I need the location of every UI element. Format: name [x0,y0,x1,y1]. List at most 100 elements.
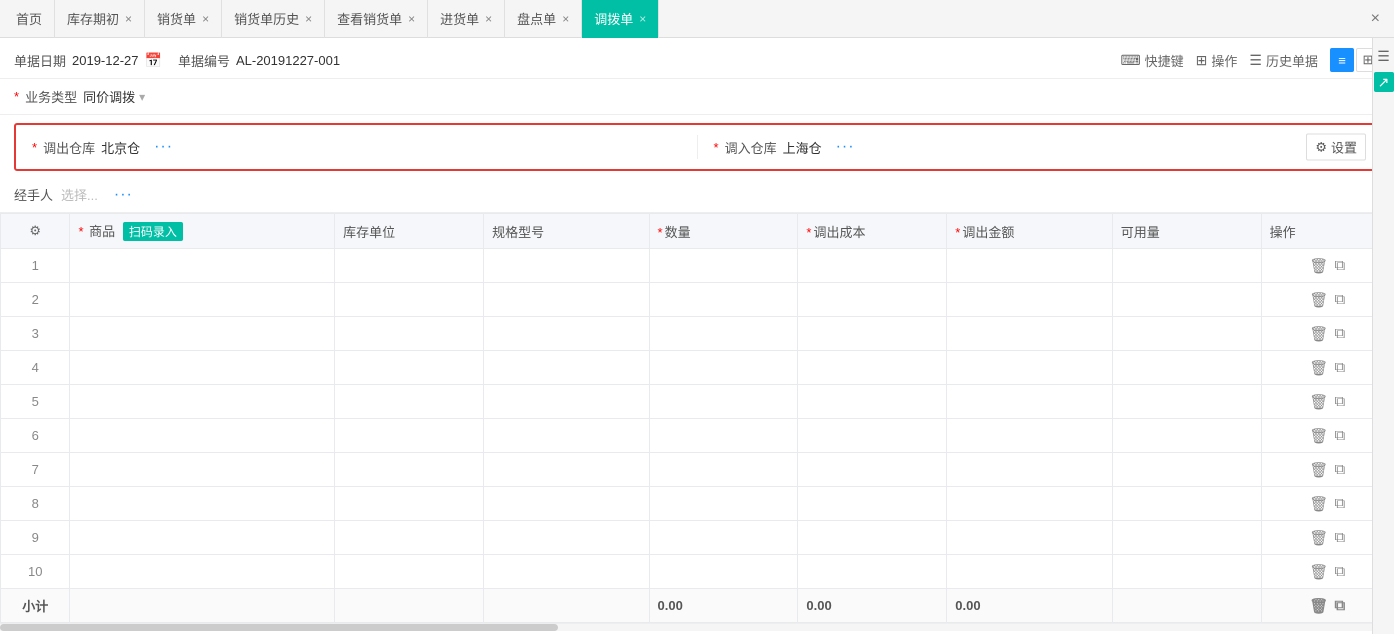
row-qty[interactable] [649,351,798,385]
sidebar-export-icon[interactable]: ↗ [1374,72,1394,92]
delete-icon[interactable]: 🗑 [1309,393,1328,411]
warehouse-out-more-button[interactable]: ··· [154,138,173,156]
tab-view-sales[interactable]: 查看销货单 × [325,0,428,38]
delete-icon[interactable]: 🗑 [1309,359,1328,377]
warehouse-section: * 调出仓库 北京仓 ··· * 调入仓库 上海仓 ··· ⚙ 设置 [14,123,1380,171]
tab-view-sales-close[interactable]: × [408,12,415,26]
delete-icon[interactable]: 🗑 [1309,597,1328,615]
col-settings-header[interactable]: ⚙ [1,214,70,249]
business-type-label: 业务类型 [25,87,77,106]
copy-icon[interactable]: ⧉ [1334,325,1345,342]
row-qty[interactable] [649,385,798,419]
row-product[interactable] [70,419,335,453]
tab-sales-order-close[interactable]: × [202,12,209,26]
row-qty[interactable] [649,283,798,317]
operation-button[interactable]: ⊞ 操作 [1196,51,1238,70]
tab-transfer-order[interactable]: 调拨单 × [582,0,659,38]
row-product[interactable] [70,283,335,317]
row-product[interactable] [70,453,335,487]
row-avail [1112,385,1261,419]
row-product[interactable] [70,487,335,521]
tab-purchase-order-close[interactable]: × [485,12,492,26]
row-number: 8 [1,487,70,521]
horizontal-scrollbar[interactable] [0,623,1394,631]
copy-icon[interactable]: ⧉ [1334,597,1345,614]
delete-icon[interactable]: 🗑 [1309,495,1328,513]
warehouse-divider [697,135,698,159]
copy-icon[interactable]: ⧉ [1334,529,1345,546]
row-qty[interactable] [649,521,798,555]
copy-icon[interactable]: ⧉ [1334,393,1345,410]
row-spec [484,317,649,351]
row-product[interactable] [70,249,335,283]
sidebar-list-icon[interactable]: ☰ [1374,46,1394,66]
barcode-entry-button[interactable]: 扫码录入 [123,222,183,241]
row-cost [798,453,947,487]
tab-inventory-init-close[interactable]: × [125,12,132,26]
row-qty[interactable] [649,555,798,589]
row-qty[interactable] [649,419,798,453]
table-row: 8 🗑 ⧉ [1,487,1394,521]
row-unit [335,521,484,555]
tab-inventory-init[interactable]: 库存期初 × [55,0,145,38]
settings-label: 设置 [1331,138,1357,157]
tab-inventory-count-close[interactable]: × [562,12,569,26]
tab-home[interactable]: 首页 [4,0,55,38]
copy-icon[interactable]: ⧉ [1334,495,1345,512]
delete-icon[interactable]: 🗑 [1309,461,1328,479]
warehouse-out-label: 调出仓库 [43,138,95,157]
tab-transfer-order-close[interactable]: × [639,12,646,26]
delete-icon[interactable]: 🗑 [1309,529,1328,547]
copy-icon[interactable]: ⧉ [1334,563,1345,580]
row-amount [947,317,1112,351]
close-all-button[interactable]: × [1361,10,1390,28]
delete-icon[interactable]: 🗑 [1309,291,1328,309]
row-product[interactable] [70,351,335,385]
scroll-thumb[interactable] [0,624,558,631]
history-button[interactable]: ☰ 历史单据 [1249,51,1318,70]
settings-button[interactable]: ⚙ 设置 [1306,134,1366,161]
copy-icon[interactable]: ⧉ [1334,291,1345,308]
subtotal-qty: 0.00 [649,589,798,623]
tab-inventory-count[interactable]: 盘点单 × [505,0,582,38]
row-product[interactable] [70,385,335,419]
delete-icon[interactable]: 🗑 [1309,257,1328,275]
tab-sales-order[interactable]: 销货单 × [145,0,222,38]
copy-icon[interactable]: ⧉ [1334,461,1345,478]
row-product[interactable] [70,521,335,555]
calendar-icon[interactable]: 📅 [145,52,162,69]
shortcut-button[interactable]: ⌨ 快捷键 [1120,51,1183,70]
delete-icon[interactable]: 🗑 [1309,563,1328,581]
table-row: 9 🗑 ⧉ [1,521,1394,555]
person-select[interactable]: 选择... [61,185,98,204]
row-cost [798,249,947,283]
copy-icon[interactable]: ⧉ [1334,359,1345,376]
tab-sales-history[interactable]: 销货单历史 × [222,0,325,38]
row-avail [1112,317,1261,351]
layout-btn-list[interactable]: ≡ [1330,48,1354,72]
row-qty[interactable] [649,317,798,351]
row-amount [947,283,1112,317]
row-product[interactable] [70,317,335,351]
copy-icon[interactable]: ⧉ [1334,427,1345,444]
delete-icon[interactable]: 🗑 [1309,427,1328,445]
warehouse-in-more-button[interactable]: ··· [836,138,855,156]
shortcut-icon: ⌨ [1120,52,1140,69]
row-qty[interactable] [649,487,798,521]
row-product[interactable] [70,555,335,589]
data-table-wrap: ⚙ * 商品 扫码录入 库存单位 规格型号 *数量 *调出成本 *调出金额 可用… [0,212,1394,623]
subtotal-product [70,589,335,623]
person-more-button[interactable]: ··· [114,186,133,204]
row-qty[interactable] [649,453,798,487]
row-qty[interactable] [649,249,798,283]
copy-icon[interactable]: ⧉ [1334,257,1345,274]
row-spec [484,521,649,555]
business-type-select[interactable]: 同价调拨 ▾ [83,87,145,106]
tab-purchase-order[interactable]: 进货单 × [428,0,505,38]
tab-sales-history-close[interactable]: × [305,12,312,26]
business-type-value: 同价调拨 [83,87,135,106]
row-avail [1112,419,1261,453]
delete-icon[interactable]: 🗑 [1309,325,1328,343]
row-spec [484,419,649,453]
tab-home-label: 首页 [16,9,42,28]
